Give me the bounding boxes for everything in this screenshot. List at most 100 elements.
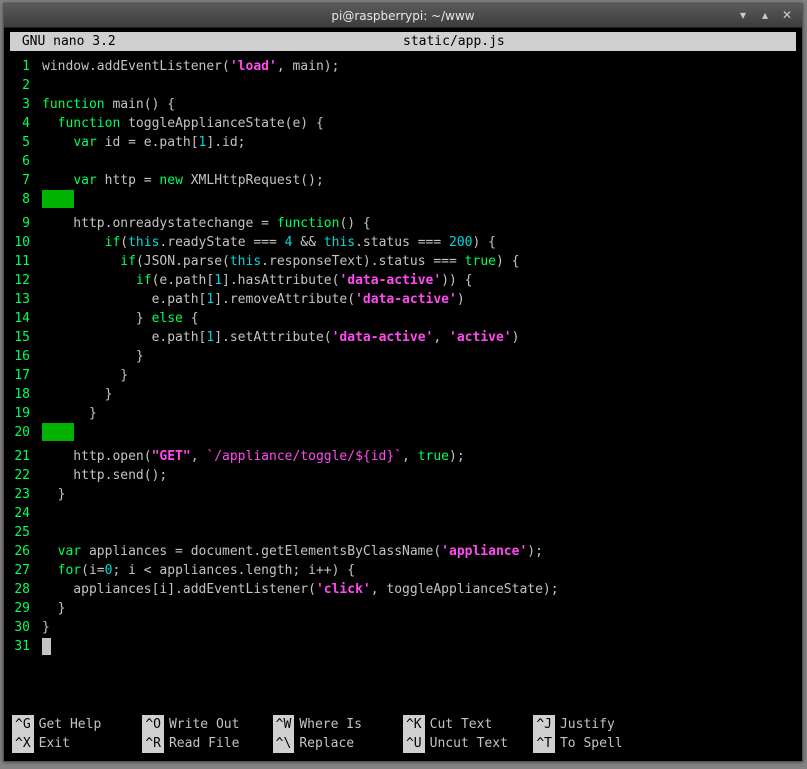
code-text: } [42, 347, 796, 366]
shortcut-item[interactable]: ^JJustify [533, 715, 663, 734]
maximize-icon[interactable]: ▴ [756, 6, 774, 24]
gutter-separator [32, 447, 42, 466]
shortcut-item[interactable]: ^G Get Help [12, 715, 142, 734]
code-text: if(e.path[1].hasAttribute('data-active')… [42, 271, 796, 290]
text-cursor [42, 638, 51, 655]
gutter-separator [32, 466, 42, 485]
shortcut-key: ^X [12, 734, 34, 753]
shortcut-key: ^W [273, 715, 295, 734]
shortcut-item[interactable]: ^KCut Text [403, 715, 533, 734]
gutter-separator [32, 76, 42, 95]
line-number: 13 [10, 290, 32, 309]
code-text [42, 76, 796, 95]
shortcut-label: Cut Text [430, 715, 493, 734]
line-number: 27 [10, 561, 32, 580]
shortcut-key: ^O [142, 715, 164, 734]
code-line: 31 [10, 637, 796, 656]
shortcut-item[interactable]: ^WWhere Is [273, 715, 403, 734]
code-line: 17 } [10, 366, 796, 385]
line-number: 28 [10, 580, 32, 599]
gutter-separator [32, 504, 42, 523]
line-number: 22 [10, 466, 32, 485]
line-number: 14 [10, 309, 32, 328]
code-text: if(this.readyState === 4 && this.status … [42, 233, 796, 252]
code-text: function toggleApplianceState(e) { [42, 114, 796, 133]
code-line: 24 [10, 504, 796, 523]
gutter-separator [32, 385, 42, 404]
shortcut-label: Where Is [299, 715, 362, 734]
line-number: 19 [10, 404, 32, 423]
gutter-separator [32, 133, 42, 152]
window-controls: ▾ ▴ ✕ [734, 6, 796, 24]
line-number: 8 [10, 190, 32, 214]
terminal-body[interactable]: GNU nano 3.2 static/app.js 1 window.addE… [4, 28, 802, 761]
code-line: 7 var http = new XMLHttpRequest(); [10, 171, 796, 190]
code-text: e.path[1].removeAttribute('data-active') [42, 290, 796, 309]
line-number: 21 [10, 447, 32, 466]
nano-shortcut-bar: ^GGet Help^OWrite Out^WWhere Is^KCut Tex… [10, 715, 796, 755]
code-text [42, 504, 796, 523]
code-text: http.open("GET", `/appliance/toggle/${id… [42, 447, 796, 466]
gutter-separator [32, 618, 42, 637]
shortcut-key: ^U [403, 734, 425, 753]
code-line: 6 [10, 152, 796, 171]
code-line: 15 e.path[1].setAttribute('data-active',… [10, 328, 796, 347]
code-line: 8 [10, 190, 796, 214]
editor-name: GNU nano 3.2 [14, 32, 116, 51]
code-line: 26 var appliances = document.getElements… [10, 542, 796, 561]
code-line: 29 } [10, 599, 796, 618]
shortcut-key: ^G [12, 715, 34, 734]
close-icon[interactable]: ✕ [778, 6, 796, 24]
gutter-separator [32, 328, 42, 347]
line-number: 11 [10, 252, 32, 271]
code-line: 16 } [10, 347, 796, 366]
line-number: 18 [10, 385, 32, 404]
minimize-icon[interactable]: ▾ [734, 6, 752, 24]
editor-content[interactable]: 1 window.addEventListener('load', main);… [10, 51, 796, 715]
line-number: 31 [10, 637, 32, 656]
code-text: var id = e.path[1].id; [42, 133, 796, 152]
window-titlebar: pi@raspberrypi: ~/www ▾ ▴ ✕ [4, 4, 802, 28]
window-title: pi@raspberrypi: ~/www [331, 9, 474, 23]
gutter-separator [32, 485, 42, 504]
shortcut-item[interactable]: ^\Replace [273, 734, 403, 753]
shortcut-item[interactable]: ^UUncut Text [403, 734, 533, 753]
code-line: 27 for(i=0; i < appliances.length; i++) … [10, 561, 796, 580]
shortcut-label: Replace [299, 734, 354, 753]
gutter-separator [32, 309, 42, 328]
code-text: } [42, 485, 796, 504]
line-number: 9 [10, 214, 32, 233]
line-number: 26 [10, 542, 32, 561]
gutter-separator [32, 233, 42, 252]
code-text [42, 523, 796, 542]
code-line: 30 } [10, 618, 796, 637]
code-text: appliances[i].addEventListener('click', … [42, 580, 796, 599]
shortcut-label: Read File [169, 734, 239, 753]
code-text: } else { [42, 309, 796, 328]
code-text: for(i=0; i < appliances.length; i++) { [42, 561, 796, 580]
code-text: var appliances = document.getElementsByC… [42, 542, 796, 561]
code-line: 2 [10, 76, 796, 95]
code-text [42, 152, 796, 171]
shortcut-item[interactable]: ^XExit [12, 734, 142, 753]
code-text: http.send(); [42, 466, 796, 485]
gutter-separator [32, 271, 42, 290]
code-text [42, 190, 796, 214]
line-number: 24 [10, 504, 32, 523]
shortcut-item[interactable]: ^O Write Out [142, 715, 272, 734]
gutter-separator [32, 171, 42, 190]
line-number: 1 [10, 57, 32, 76]
line-number: 7 [10, 171, 32, 190]
gutter-separator [32, 637, 42, 656]
trailing-space-highlight [42, 423, 74, 441]
shortcut-label: To Spell [560, 734, 623, 753]
shortcut-item[interactable]: ^TTo Spell [533, 734, 663, 753]
code-line: 1 window.addEventListener('load', main); [10, 57, 796, 76]
shortcut-item[interactable]: ^RRead File [142, 734, 272, 753]
code-line: 19 } [10, 404, 796, 423]
shortcut-label: Get Help [39, 715, 102, 734]
line-number: 16 [10, 347, 32, 366]
gutter-separator [32, 423, 42, 447]
shortcut-label: Write Out [169, 715, 239, 734]
code-line: 28 appliances[i].addEventListener('click… [10, 580, 796, 599]
